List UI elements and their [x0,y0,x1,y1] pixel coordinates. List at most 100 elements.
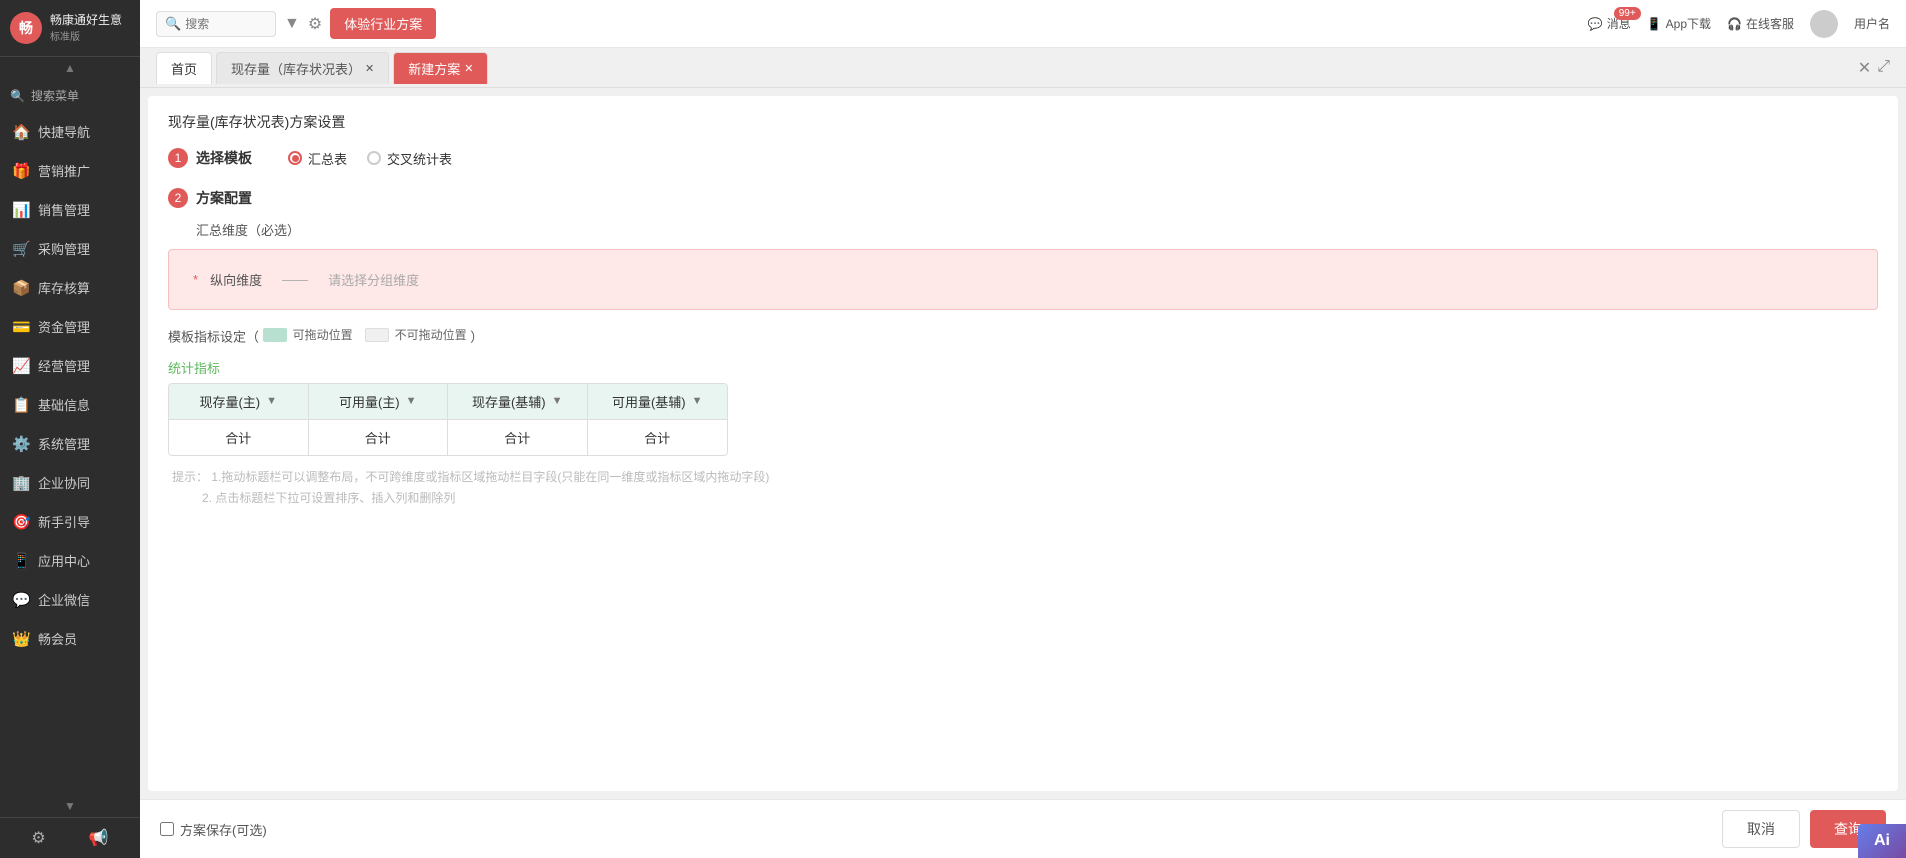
stats-cell-2: 合计 [309,420,449,455]
cancel-button[interactable]: 取消 [1722,810,1800,848]
dimension-dash: —— [282,272,308,287]
stats-col-header-1[interactable]: 现存量(主) ▼ [169,384,309,419]
sidebar-item-quick-nav[interactable]: 🏠 快捷导航 [0,112,140,151]
stats-section: 统计指标 现存量(主) ▼ 可用量(主) ▼ 现存量(基辅) [168,358,1878,456]
window-close-icon[interactable]: ✕ [1858,58,1871,78]
sidebar-item-enterprise[interactable]: 🏢 企业协同 [0,463,140,502]
app-logo-icon: 畅 [10,12,42,44]
non-draggable-box [365,328,389,342]
section2-num: 2 [168,188,188,208]
search-icon: 🔍 [10,89,25,103]
legend-non-draggable: 不可拖动位置 [365,326,467,343]
sidebar-item-app-center[interactable]: 📱 应用中心 [0,541,140,580]
sidebar-item-inventory[interactable]: 📦 库存核算 [0,268,140,307]
tabbar: 首页 现存量（库存状况表） ✕ 新建方案 ✕ ✕ ⤢ [140,48,1906,88]
target-icon: 🎯 [12,513,30,531]
section1-header: 1 选择模板 汇总表 交叉统计表 [168,148,1878,168]
chevron-col1-icon: ▼ [266,395,277,407]
sidebar-nav: 🏠 快捷导航 🎁 营销推广 📊 销售管理 🛒 采购管理 📦 库存核算 💳 资金管… [0,112,140,795]
chevron-col3-icon: ▼ [552,395,563,407]
save-checkbox[interactable] [160,822,174,836]
gear-footer-icon[interactable]: ⚙ [31,828,45,848]
dimension-required-mark: * [193,272,198,287]
ai-float-button[interactable]: Ai [1858,824,1906,858]
footer-bar: 方案保存(可选) 取消 查询 [140,799,1906,858]
radio-summary[interactable]: 汇总表 [288,149,347,168]
radio-summary-circle [288,151,302,165]
topbar-gear-icon[interactable]: ⚙ [308,14,322,34]
sidebar-item-sales[interactable]: 📊 销售管理 [0,190,140,229]
indicator-label-text: 模板指标设定（ 可拖动位置 不可拖动位置 ） [168,326,483,346]
username-label[interactable]: 用户名 [1854,15,1890,32]
chart-icon: 📊 [12,201,30,219]
page-title: 现存量(库存状况表)方案设置 [168,112,1878,132]
headset-icon: 🎧 [1727,17,1742,31]
section2-label: 方案配置 [196,188,252,208]
topbar-dropdown-icon[interactable]: ▼ [284,15,300,33]
window-controls: ✕ ⤢ [1858,58,1890,78]
sidebar-item-new-guide[interactable]: 🎯 新手引导 [0,502,140,541]
tab-home[interactable]: 首页 [156,52,212,84]
stats-table-row-1: 合计 合计 合计 合计 [169,419,727,455]
topbar-search-input[interactable] [185,17,265,31]
sidebar-search[interactable]: 🔍 搜索菜单 [0,79,140,112]
sidebar-item-member[interactable]: 👑 畅会员 [0,619,140,658]
card-icon: 💳 [12,318,30,336]
topbar: 🔍 ▼ ⚙ 体验行业方案 💬 消息 99+ 📱 App下载 🎧 在线客服 用户名 [140,0,1906,48]
dimension-area: * 纵向维度 —— 请选择分组维度 [168,249,1878,310]
sidebar-item-base-info[interactable]: 📋 基础信息 [0,385,140,424]
radio-cross-circle [367,151,381,165]
chat-icon: 💬 [12,591,30,609]
save-option: 方案保存(可选) [160,820,267,839]
mobile-download-icon: 📱 [1647,17,1662,31]
radio-cross[interactable]: 交叉统计表 [367,149,452,168]
sidebar-item-purchase[interactable]: 🛒 采购管理 [0,229,140,268]
window-expand-icon[interactable]: ⤢ [1877,58,1890,78]
gift-icon: 🎁 [12,162,30,180]
online-service-button[interactable]: 🎧 在线客服 [1727,15,1794,32]
draggable-box [263,328,287,342]
main-content: 现存量(库存状况表)方案设置 1 选择模板 汇总表 交叉统计表 [148,96,1898,791]
save-label: 方案保存(可选) [180,820,267,839]
stats-col-header-2[interactable]: 可用量(主) ▼ [309,384,449,419]
chevron-col2-icon: ▼ [406,395,417,407]
user-avatar[interactable] [1810,10,1838,38]
main-area: 🔍 ▼ ⚙ 体验行业方案 💬 消息 99+ 📱 App下载 🎧 在线客服 用户名 [140,0,1906,858]
tab-new-plan[interactable]: 新建方案 ✕ [393,52,488,84]
radio-cross-label: 交叉统计表 [387,149,452,168]
sidebar-item-system[interactable]: ⚙️ 系统管理 [0,424,140,463]
clipboard-icon: 📋 [12,396,30,414]
sidebar: 畅 畅康通好生意 标准版 ▲ 🔍 搜索菜单 🏠 快捷导航 🎁 营销推广 📊 销售… [0,0,140,858]
sidebar-scroll-down[interactable]: ▼ [0,795,140,817]
template-options: 汇总表 交叉统计表 [288,149,452,168]
tab-inventory-close-icon[interactable]: ✕ [365,62,374,75]
mobile-icon: 📱 [12,552,30,570]
tab-new-plan-close-icon[interactable]: ✕ [464,62,473,75]
stats-col-header-3[interactable]: 现存量(基辅) ▼ [448,384,588,419]
message-button[interactable]: 💬 消息 99+ [1588,15,1631,32]
topbar-search-box[interactable]: 🔍 [156,11,276,37]
speaker-icon[interactable]: 📢 [89,828,109,848]
app-download-button[interactable]: 📱 App下载 [1647,15,1711,32]
crown-icon: 👑 [12,630,30,648]
settings-icon: ⚙️ [12,435,30,453]
chevron-col4-icon: ▼ [692,395,703,407]
trending-icon: 📈 [12,357,30,375]
tips-area: 提示： 1.拖动标题栏可以调整布局，不可跨维度或指标区域拖动栏目字段(只能在同一… [168,468,1878,506]
stats-table-header: 现存量(主) ▼ 可用量(主) ▼ 现存量(基辅) ▼ 可用量(基辅) [169,384,727,419]
indicator-settings: 模板指标设定（ 可拖动位置 不可拖动位置 ） [168,326,1878,346]
stats-table: 现存量(主) ▼ 可用量(主) ▼ 现存量(基辅) ▼ 可用量(基辅) [168,383,728,456]
tab-inventory-status[interactable]: 现存量（库存状况表） ✕ [216,52,389,84]
sidebar-item-finance[interactable]: 💳 资金管理 [0,307,140,346]
message-badge: 99+ [1614,7,1641,20]
industry-plan-button[interactable]: 体验行业方案 [330,8,436,39]
indicator-legend: 可拖动位置 不可拖动位置 [263,326,467,343]
stats-col-header-4[interactable]: 可用量(基辅) ▼ [588,384,728,419]
sidebar-item-marketing[interactable]: 🎁 营销推广 [0,151,140,190]
building-icon: 🏢 [12,474,30,492]
sidebar-item-wechat[interactable]: 💬 企业微信 [0,580,140,619]
sidebar-item-operations[interactable]: 📈 经营管理 [0,346,140,385]
dimension-placeholder[interactable]: 请选择分组维度 [328,270,419,289]
radio-summary-label: 汇总表 [308,149,347,168]
sidebar-scroll-up[interactable]: ▲ [0,57,140,79]
